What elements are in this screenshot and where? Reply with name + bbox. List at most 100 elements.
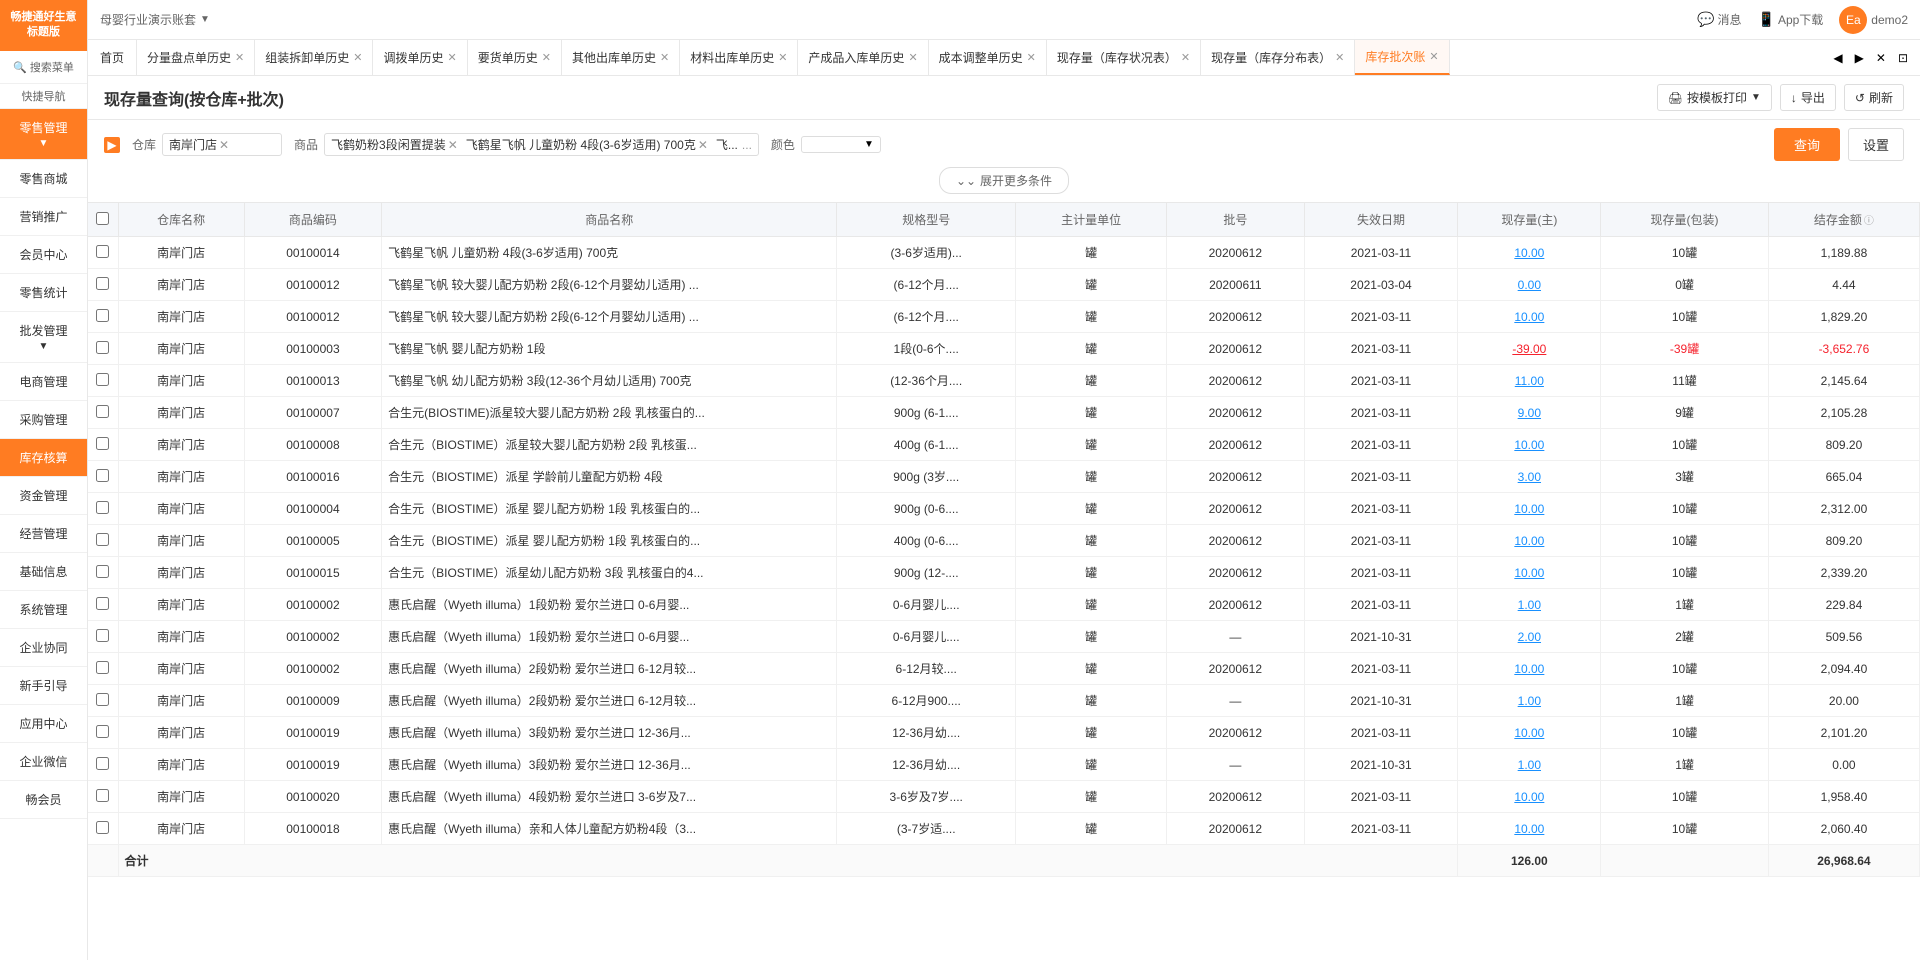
sidebar-item-retail[interactable]: 零售管理 ▼ bbox=[0, 109, 87, 160]
td-checkbox[interactable] bbox=[88, 749, 118, 781]
tab-split[interactable]: 分量盘点单历史 ✕ bbox=[137, 40, 255, 75]
settings-button[interactable]: 设置 bbox=[1848, 128, 1904, 161]
sidebar-item-wholesale[interactable]: 批发管理 ▼ bbox=[0, 312, 87, 363]
close-icon[interactable]: ✕ bbox=[448, 51, 457, 64]
td-qty-main[interactable]: -39.00 bbox=[1458, 333, 1601, 365]
td-checkbox[interactable] bbox=[88, 557, 118, 589]
td-checkbox[interactable] bbox=[88, 397, 118, 429]
td-checkbox[interactable] bbox=[88, 269, 118, 301]
account-selector[interactable]: 母婴行业演示账套 ▼ bbox=[100, 11, 210, 28]
td-qty-main[interactable]: 11.00 bbox=[1458, 365, 1601, 397]
close-icon[interactable]: ✕ bbox=[1027, 51, 1036, 64]
remove-goods-tag-1[interactable]: ✕ bbox=[448, 138, 458, 152]
close-icon[interactable]: ✕ bbox=[660, 51, 669, 64]
tab-prev-icon[interactable]: ◀ bbox=[1829, 51, 1846, 65]
app-download[interactable]: 📱 App下载 bbox=[1758, 11, 1824, 28]
td-checkbox[interactable] bbox=[88, 237, 118, 269]
template-print-button[interactable]: 🖨 按模板打印 ▼ bbox=[1657, 84, 1772, 111]
td-qty-main[interactable]: 1.00 bbox=[1458, 685, 1601, 717]
tab-next-icon[interactable]: ▶ bbox=[1851, 51, 1868, 65]
td-qty-main[interactable]: 10.00 bbox=[1458, 781, 1601, 813]
sidebar-item-basic[interactable]: 基础信息 bbox=[0, 553, 87, 591]
tab-requisition[interactable]: 要货单历史 ✕ bbox=[468, 40, 562, 75]
td-qty-main[interactable]: 10.00 bbox=[1458, 429, 1601, 461]
tab-stock-dist[interactable]: 现存量（库存分布表） ✕ bbox=[1201, 40, 1355, 75]
close-icon[interactable]: ✕ bbox=[235, 51, 244, 64]
expand-arrow-btn[interactable]: ▶ bbox=[104, 137, 120, 153]
td-checkbox[interactable] bbox=[88, 717, 118, 749]
td-qty-main[interactable]: 10.00 bbox=[1458, 237, 1601, 269]
tab-transfer[interactable]: 调拨单历史 ✕ bbox=[373, 40, 467, 75]
close-icon[interactable]: ✕ bbox=[908, 51, 917, 64]
td-checkbox[interactable] bbox=[88, 525, 118, 557]
td-checkbox[interactable] bbox=[88, 461, 118, 493]
close-icon[interactable]: ✕ bbox=[353, 51, 362, 64]
sidebar-item-changhyuan[interactable]: 畅会员 bbox=[0, 781, 87, 819]
message-icon[interactable]: 💬 消息 bbox=[1697, 11, 1741, 28]
td-qty-main[interactable]: 10.00 bbox=[1458, 653, 1601, 685]
close-icon[interactable]: ✕ bbox=[1335, 51, 1344, 64]
sidebar-item-finance[interactable]: 资金管理 bbox=[0, 477, 87, 515]
td-qty-main[interactable]: 2.00 bbox=[1458, 621, 1601, 653]
td-qty-main[interactable]: 10.00 bbox=[1458, 301, 1601, 333]
sidebar-item-enterprise[interactable]: 企业协同 bbox=[0, 629, 87, 667]
td-checkbox[interactable] bbox=[88, 493, 118, 525]
tab-other-out[interactable]: 其他出库单历史 ✕ bbox=[562, 40, 680, 75]
td-checkbox[interactable] bbox=[88, 333, 118, 365]
td-qty-main[interactable]: 1.00 bbox=[1458, 589, 1601, 621]
td-qty-main[interactable]: 10.00 bbox=[1458, 525, 1601, 557]
tab-material-out[interactable]: 材料出库单历史 ✕ bbox=[680, 40, 798, 75]
tab-batch[interactable]: 库存批次账 ✕ bbox=[1355, 40, 1449, 75]
select-all-checkbox[interactable] bbox=[96, 212, 109, 225]
sidebar-item-enterprise-wechat[interactable]: 企业微信 bbox=[0, 743, 87, 781]
close-icon[interactable]: ✕ bbox=[778, 51, 787, 64]
user-avatar[interactable]: Ea demo2 bbox=[1839, 6, 1908, 34]
close-icon[interactable]: ✕ bbox=[1181, 51, 1190, 64]
tab-disassemble[interactable]: 组装拆卸单历史 ✕ bbox=[255, 40, 373, 75]
tab-home[interactable]: 首页 bbox=[88, 40, 137, 75]
td-qty-main[interactable]: 10.00 bbox=[1458, 493, 1601, 525]
td-checkbox[interactable] bbox=[88, 781, 118, 813]
td-checkbox[interactable] bbox=[88, 301, 118, 333]
warehouse-tag-group[interactable]: 南岸门店 ✕ bbox=[162, 133, 282, 156]
td-qty-main[interactable]: 9.00 bbox=[1458, 397, 1601, 429]
td-qty-main[interactable]: 1.00 bbox=[1458, 749, 1601, 781]
sidebar-item-marketing[interactable]: 营销推广 bbox=[0, 198, 87, 236]
goods-ellipsis[interactable]: ... bbox=[742, 138, 752, 152]
td-qty-main[interactable]: 10.00 bbox=[1458, 557, 1601, 589]
expand-more-btn[interactable]: ⌄⌄ 展开更多条件 bbox=[939, 167, 1069, 194]
remove-goods-tag-2[interactable]: ✕ bbox=[698, 138, 708, 152]
goods-tag-group[interactable]: 飞鹤奶粉3段闲置提装 ✕ 飞鹤星飞帆 儿童奶粉 4段(3-6岁适用) 700克 … bbox=[324, 133, 759, 156]
sidebar-item-newguide[interactable]: 新手引导 bbox=[0, 667, 87, 705]
td-qty-main[interactable]: 3.00 bbox=[1458, 461, 1601, 493]
tab-stock-status[interactable]: 现存量（库存状况表） ✕ bbox=[1047, 40, 1201, 75]
search-menu[interactable]: 🔍 搜索菜单 bbox=[0, 51, 87, 84]
sidebar-item-retail-stats[interactable]: 零售统计 bbox=[0, 274, 87, 312]
td-qty-main[interactable]: 10.00 bbox=[1458, 813, 1601, 845]
td-checkbox[interactable] bbox=[88, 429, 118, 461]
tab-cost-adjust[interactable]: 成本调整单历史 ✕ bbox=[929, 40, 1047, 75]
export-button[interactable]: ↓ 导出 bbox=[1780, 84, 1836, 111]
sidebar-item-operations[interactable]: 经营管理 bbox=[0, 515, 87, 553]
td-qty-main[interactable]: 0.00 bbox=[1458, 269, 1601, 301]
sidebar-item-appcenter[interactable]: 应用中心 bbox=[0, 705, 87, 743]
sidebar-item-member[interactable]: 会员中心 bbox=[0, 236, 87, 274]
td-checkbox[interactable] bbox=[88, 653, 118, 685]
tab-close-all-icon[interactable]: ✕ bbox=[1872, 51, 1890, 65]
info-icon[interactable]: ⓘ bbox=[1864, 216, 1874, 227]
sidebar-item-retail-mall[interactable]: 零售商城 bbox=[0, 160, 87, 198]
td-qty-main[interactable]: 10.00 bbox=[1458, 717, 1601, 749]
td-checkbox[interactable] bbox=[88, 621, 118, 653]
th-checkbox[interactable] bbox=[88, 203, 118, 237]
close-icon[interactable]: ✕ bbox=[542, 51, 551, 64]
color-filter-input[interactable]: ▼ bbox=[801, 136, 881, 153]
td-checkbox[interactable] bbox=[88, 589, 118, 621]
tab-expand-icon[interactable]: ⊡ bbox=[1894, 51, 1912, 65]
sidebar-item-inventory[interactable]: 库存核算 bbox=[0, 439, 87, 477]
tab-product-in[interactable]: 产成品入库单历史 ✕ bbox=[798, 40, 928, 75]
td-checkbox[interactable] bbox=[88, 365, 118, 397]
remove-warehouse-tag[interactable]: ✕ bbox=[219, 138, 229, 152]
sidebar-item-purchase[interactable]: 采购管理 bbox=[0, 401, 87, 439]
query-button[interactable]: 查询 bbox=[1774, 128, 1840, 161]
close-icon[interactable]: ✕ bbox=[1429, 50, 1438, 63]
